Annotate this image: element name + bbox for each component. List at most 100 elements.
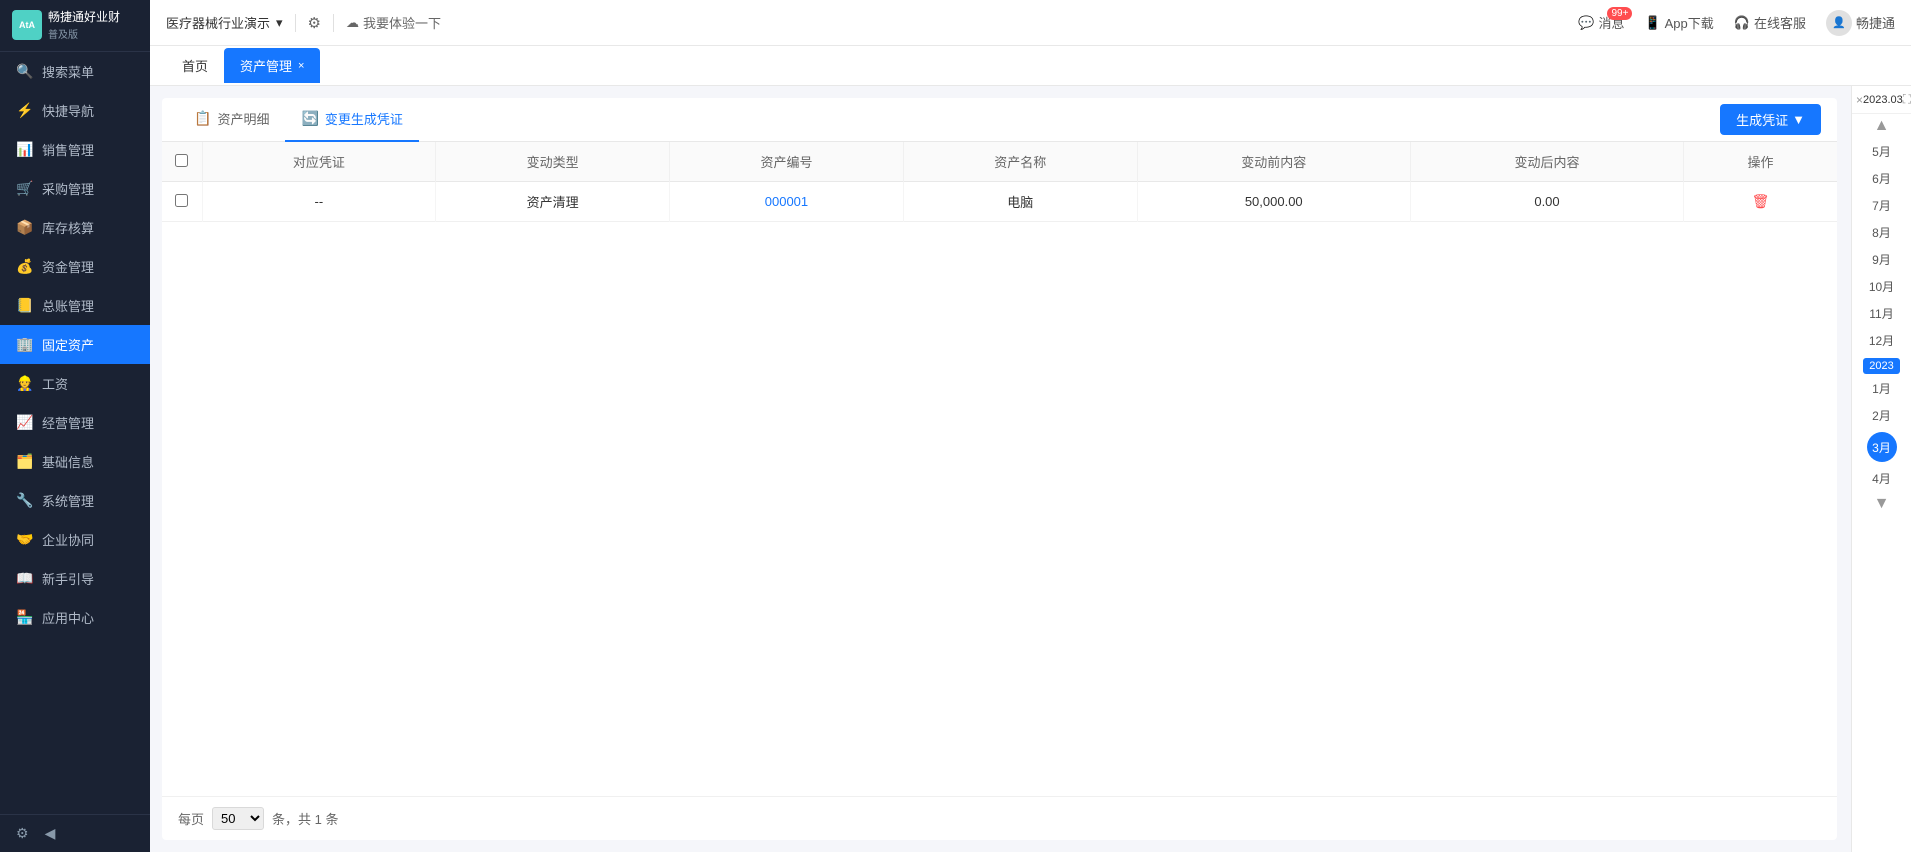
- company-dropdown-icon: ▾: [276, 15, 283, 31]
- month-2023-2[interactable]: 2月: [1852, 402, 1911, 429]
- ops-icon: 📈: [16, 414, 34, 431]
- sidebar-item-funds[interactable]: 💰 资金管理: [0, 247, 150, 286]
- sidebar-label-sales: 销售管理: [42, 140, 94, 159]
- subtab-asset-detail-label: 资产明细: [217, 109, 269, 128]
- date-panel-expand-icon[interactable]: ⛶: [1903, 92, 1911, 107]
- generate-voucher-button-label: 生成凭证: [1736, 110, 1788, 129]
- subtab-generate-voucher-label: 变更生成凭证: [325, 109, 403, 128]
- date-nav-up[interactable]: ▲: [1852, 114, 1911, 138]
- month-item[interactable]: 10月: [1852, 273, 1911, 300]
- app-name: 畅捷通好业财: [48, 10, 120, 26]
- generate-voucher-button[interactable]: 生成凭证 ▼: [1720, 104, 1821, 135]
- collab-icon: 🤝: [16, 531, 34, 548]
- row-checkbox-cell: [162, 182, 202, 222]
- date-nav-down[interactable]: ▼: [1852, 492, 1911, 516]
- sidebar-item-basic-info[interactable]: 🗂️ 基础信息: [0, 442, 150, 481]
- sidebar-item-purchase[interactable]: 🛒 采购管理: [0, 169, 150, 208]
- sidebar-item-app-center[interactable]: 🏪 应用中心: [0, 598, 150, 637]
- month-2023-1[interactable]: 1月: [1852, 375, 1911, 402]
- company-name: 医疗器械行业演示: [166, 13, 270, 32]
- right-date-panel: × 2023.03 ⛶ ▲ 5月 6月 7月 8月 9月 10月 11月 12月…: [1851, 86, 1911, 852]
- tab-home-label: 首页: [182, 56, 208, 75]
- sidebar-item-payroll[interactable]: 👷 工资: [0, 364, 150, 403]
- month-item[interactable]: 12月: [1852, 327, 1911, 354]
- experience-text: 我要体验一下: [363, 13, 441, 32]
- sidebar-item-ledger[interactable]: 📒 总账管理: [0, 286, 150, 325]
- sidebar-item-collab[interactable]: 🤝 企业协同: [0, 520, 150, 559]
- sidebar-nav: 🔍 搜索菜单 ⚡ 快捷导航 📊 销售管理 🛒 采购管理 📦 库存核算 💰 资金管…: [0, 52, 150, 814]
- generate-voucher-icon: 🔄: [301, 110, 318, 127]
- sidebar-item-sales[interactable]: 📊 销售管理: [0, 130, 150, 169]
- topbar-settings-icon[interactable]: ⚙: [308, 14, 321, 32]
- sidebar-item-quick-nav[interactable]: ⚡ 快捷导航: [0, 91, 150, 130]
- main-area: 医疗器械行业演示 ▾ ⚙ ☁ 我要体验一下 💬 消息 99+ 📱 App下载 🎧…: [150, 0, 1911, 852]
- guide-icon: 📖: [16, 570, 34, 587]
- app-download-label: App下载: [1665, 13, 1714, 32]
- subtab-generate-voucher[interactable]: 🔄 变更生成凭证: [285, 98, 418, 142]
- sidebar-label-basic-info: 基础信息: [42, 452, 94, 471]
- subtab-asset-detail[interactable]: 📋 资产明细: [178, 98, 285, 142]
- topbar-customer-service[interactable]: 🎧 在线客服: [1734, 13, 1806, 32]
- row-voucher: --: [202, 182, 436, 222]
- row-change-type: 资产清理: [436, 182, 670, 222]
- sidebar-item-ops[interactable]: 📈 经营管理: [0, 403, 150, 442]
- message-badge: 99+: [1607, 7, 1632, 20]
- asset-detail-icon: 📋: [194, 110, 211, 127]
- row-checkbox[interactable]: [175, 194, 188, 207]
- month-item[interactable]: 11月: [1852, 300, 1911, 327]
- experience-cloud-icon: ☁: [346, 15, 359, 31]
- topbar-message[interactable]: 💬 消息 99+: [1578, 13, 1624, 32]
- app-edition: 普及版: [48, 26, 120, 41]
- sidebar-label-quick-nav: 快捷导航: [42, 101, 94, 120]
- row-after-change: 0.00: [1410, 182, 1683, 222]
- customer-service-label: 在线客服: [1754, 13, 1806, 32]
- header-checkbox: [162, 142, 202, 182]
- sidebar-label-ledger: 总账管理: [42, 296, 94, 315]
- year-2023-label: 2023: [1863, 358, 1899, 374]
- customer-service-icon: 🎧: [1734, 15, 1750, 31]
- sidebar-label-collab: 企业协同: [42, 530, 94, 549]
- topbar-experience[interactable]: ☁ 我要体验一下: [346, 13, 441, 32]
- month-item[interactable]: 5月: [1852, 138, 1911, 165]
- generate-voucher-dropdown-icon: ▼: [1792, 112, 1805, 127]
- month-item[interactable]: 8月: [1852, 219, 1911, 246]
- month-item[interactable]: 7月: [1852, 192, 1911, 219]
- sidebar-label-payroll: 工资: [42, 374, 68, 393]
- sidebar-label-fixed-assets: 固定资产: [42, 335, 94, 354]
- sidebar-label-system: 系统管理: [42, 491, 94, 510]
- tab-close-icon[interactable]: ×: [298, 60, 304, 72]
- basic-info-icon: 🗂️: [16, 453, 34, 470]
- tab-asset-management[interactable]: 资产管理 ×: [224, 48, 320, 83]
- topbar-divider: [295, 14, 296, 32]
- header-change-type: 变动类型: [436, 142, 670, 182]
- topbar-app-download[interactable]: 📱 App下载: [1644, 13, 1713, 32]
- sidebar-item-fixed-assets[interactable]: 🏢 固定资产: [0, 325, 150, 364]
- settings-bottom-icon[interactable]: ⚙: [16, 825, 29, 842]
- row-action: 🗑: [1684, 182, 1837, 222]
- ledger-icon: 📒: [16, 297, 34, 314]
- subtab-action-area: 生成凭证 ▼: [1720, 104, 1821, 135]
- month-item[interactable]: 6月: [1852, 165, 1911, 192]
- per-page-select[interactable]: 102050100: [212, 807, 264, 830]
- select-all-checkbox[interactable]: [175, 154, 188, 167]
- topbar-company[interactable]: 医疗器械行业演示 ▾: [166, 13, 283, 32]
- sidebar-item-system[interactable]: 🔧 系统管理: [0, 481, 150, 520]
- month-item[interactable]: 9月: [1852, 246, 1911, 273]
- month-2023-4[interactable]: 4月: [1852, 465, 1911, 492]
- month-2023-3-active[interactable]: 3月: [1867, 432, 1897, 462]
- sidebar-item-search[interactable]: 🔍 搜索菜单: [0, 52, 150, 91]
- total-count: 条，共 1 条: [272, 809, 338, 828]
- sidebar-item-guide[interactable]: 📖 新手引导: [0, 559, 150, 598]
- date-panel-close-icon[interactable]: ×: [1856, 93, 1863, 107]
- sidebar-label-purchase: 采购管理: [42, 179, 94, 198]
- sidebar-label-search: 搜索菜单: [42, 62, 94, 81]
- header-asset-name: 资产名称: [903, 142, 1137, 182]
- topbar-user[interactable]: 👤 畅捷通: [1826, 10, 1895, 36]
- app-download-icon: 📱: [1644, 15, 1660, 31]
- tab-home[interactable]: 首页: [166, 48, 224, 83]
- sidebar-item-inventory[interactable]: 📦 库存核算: [0, 208, 150, 247]
- funds-icon: 💰: [16, 258, 34, 275]
- row-delete-icon[interactable]: 🗑: [1752, 193, 1770, 209]
- collapse-sidebar-icon[interactable]: ◀: [45, 825, 56, 842]
- row-asset-code[interactable]: 000001: [670, 182, 904, 222]
